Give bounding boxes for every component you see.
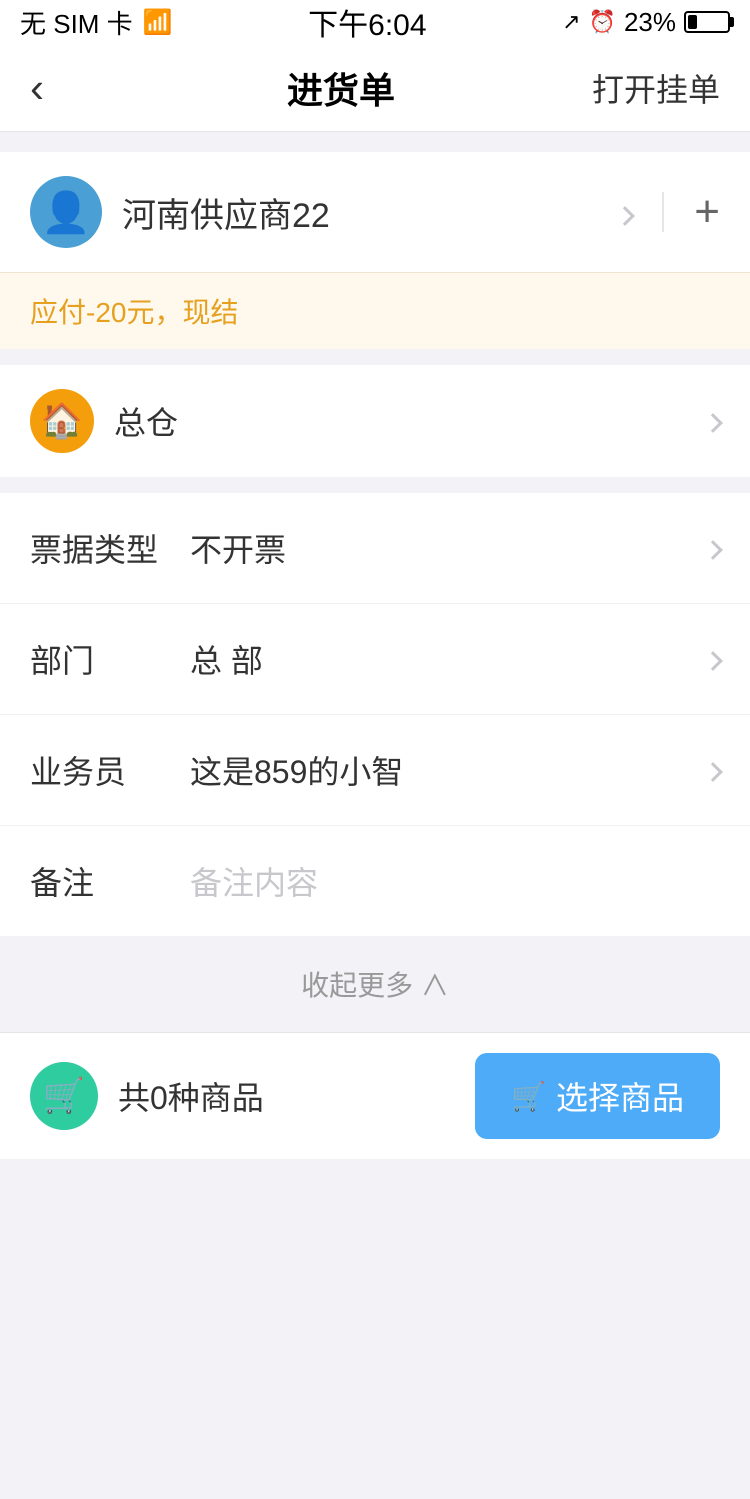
warehouse-chevron-icon [706,404,720,438]
select-product-button[interactable]: 🛒 选择商品 [475,1053,720,1139]
content-bottom [0,1159,750,1499]
wifi-icon: 📶 [143,8,173,37]
supplier-section: 👤 河南供应商22 + 应付-20元，现结 [0,152,750,349]
alarm-icon: ⏰ [589,9,616,35]
carrier-label: 无 SIM 卡 [20,4,133,41]
warehouse-row[interactable]: 🏠 总仓 [0,365,750,477]
cart-icon: 🛒 [43,1076,85,1116]
warehouse-section: 🏠 总仓 [0,365,750,477]
department-row[interactable]: 部门 总 部 [0,604,750,715]
salesperson-label: 业务员 [30,747,190,793]
supplier-chevron-icon [618,194,632,231]
gap-1 [0,132,750,152]
salesperson-chevron-icon [706,753,720,787]
gap-2 [0,349,750,365]
product-count: 共0种商品 [118,1073,455,1119]
collapse-row[interactable]: 收起更多 ∧ [0,936,750,1032]
department-chevron-icon [706,642,720,676]
location-icon: ↗ [562,9,580,35]
invoice-type-row[interactable]: 票据类型 不开票 [0,493,750,604]
invoice-type-value: 不开票 [190,525,706,571]
status-bar: 无 SIM 卡 📶 下午6:04 ↗ ⏰ 23% [0,0,750,44]
notice-text: 应付-20元，现结 [30,297,238,328]
remark-input[interactable]: 备注内容 [190,858,720,904]
product-bar: 🛒 共0种商品 🛒 选择商品 [0,1032,750,1159]
collapse-label: 收起更多 ∧ [301,964,449,1004]
form-section: 票据类型 不开票 部门 总 部 业务员 这是859的小智 备注 备注内容 [0,493,750,936]
notice-bar: 应付-20元，现结 [0,272,750,349]
supplier-name: 河南供应商22 [122,188,618,237]
warehouse-symbol: 🏠 [41,401,83,441]
invoice-type-chevron-icon [706,531,720,565]
status-time: 下午6:04 [308,0,426,44]
add-supplier-button[interactable]: + [674,187,720,237]
supplier-avatar: 👤 [30,176,102,248]
select-btn-label: 选择商品 [556,1073,684,1119]
product-icon: 🛒 [30,1062,98,1130]
supplier-divider [662,192,664,232]
page-title: 进货单 [287,62,395,114]
status-left: 无 SIM 卡 📶 [20,4,173,41]
warehouse-icon: 🏠 [30,389,94,453]
warehouse-name: 总仓 [114,398,706,444]
department-label: 部门 [30,636,190,682]
battery-percent: 23% [624,7,676,38]
select-btn-icon: 🛒 [511,1080,546,1113]
supplier-row[interactable]: 👤 河南供应商22 + [0,152,750,272]
battery-indicator [684,11,730,33]
open-pending-button[interactable]: 打开挂单 [592,65,720,111]
invoice-type-label: 票据类型 [30,525,190,571]
remark-label: 备注 [30,858,190,904]
salesperson-row[interactable]: 业务员 这是859的小智 [0,715,750,826]
avatar-icon: 👤 [41,189,91,236]
status-right: ↗ ⏰ 23% [562,7,730,38]
salesperson-value: 这是859的小智 [190,747,706,793]
gap-3 [0,477,750,493]
battery-fill [688,15,697,29]
nav-bar: ‹ 进货单 打开挂单 [0,44,750,132]
back-button[interactable]: ‹ [30,64,90,112]
remark-row[interactable]: 备注 备注内容 [0,826,750,936]
department-value: 总 部 [190,636,706,682]
